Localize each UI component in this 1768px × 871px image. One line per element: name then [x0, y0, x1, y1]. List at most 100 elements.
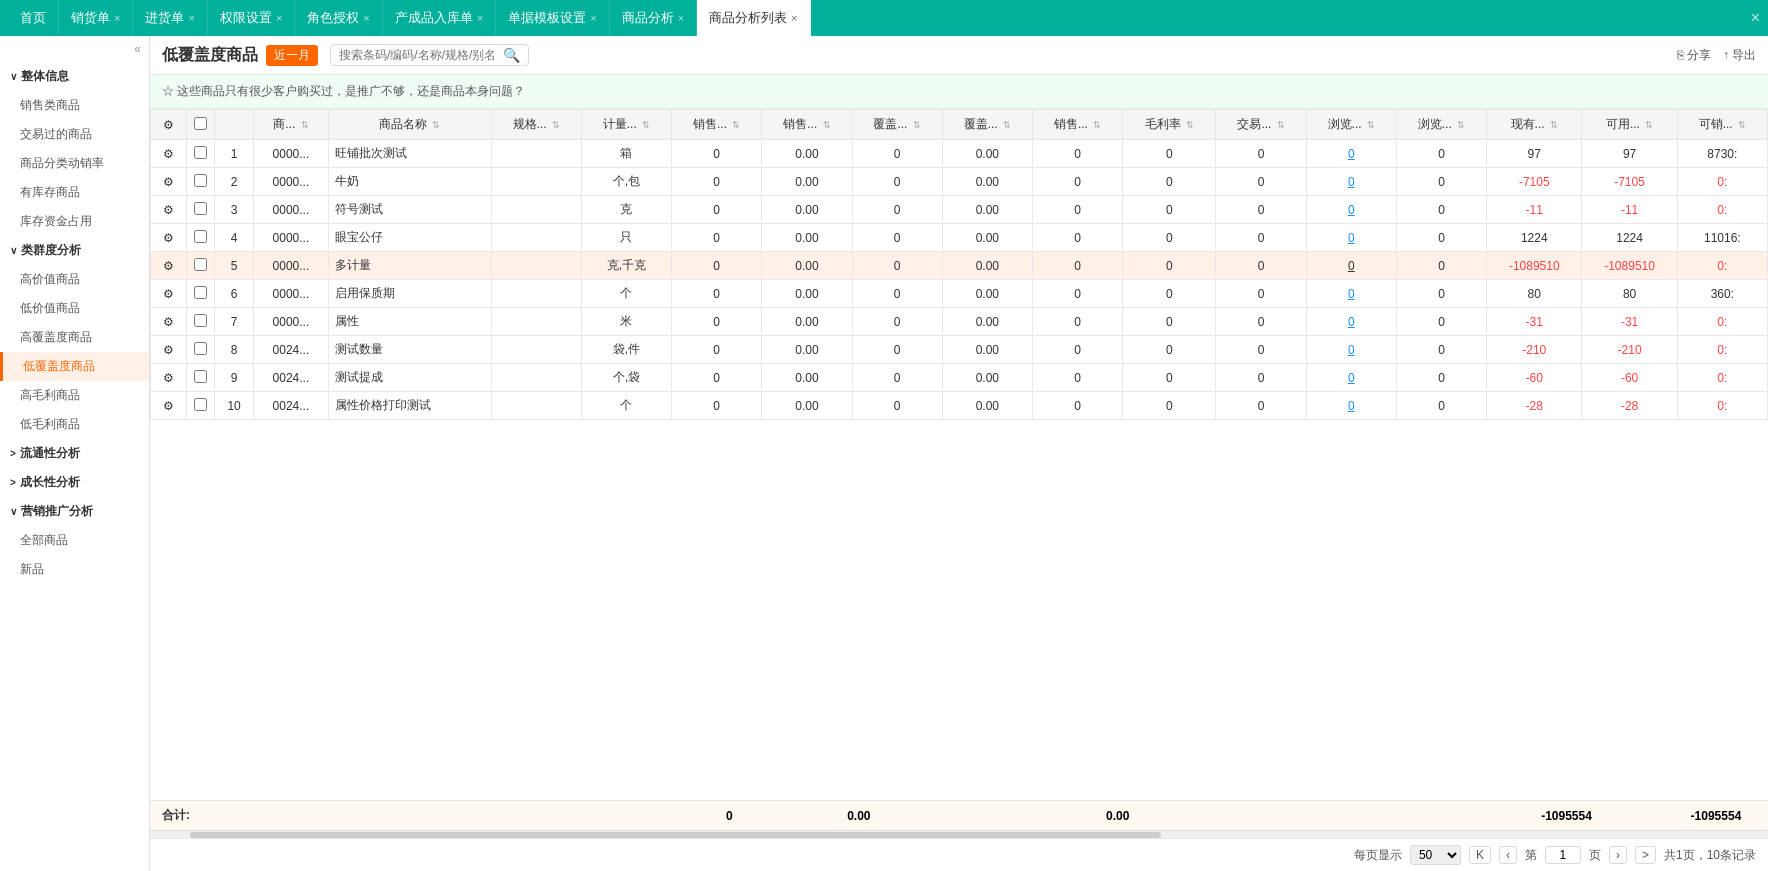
- row-checkbox[interactable]: [194, 342, 207, 355]
- row-browse1[interactable]: 0: [1306, 392, 1396, 420]
- row-checkbox-cell[interactable]: [186, 252, 214, 280]
- settings-column-header[interactable]: ⚙: [151, 110, 187, 140]
- row-browse1[interactable]: 0: [1306, 308, 1396, 336]
- row-settings[interactable]: ⚙: [151, 336, 187, 364]
- nav-tab[interactable]: 进货单 ×: [133, 0, 207, 36]
- page-number-input[interactable]: [1545, 846, 1581, 864]
- nav-tab[interactable]: 销货单 ×: [59, 0, 133, 36]
- row-browse1[interactable]: 0: [1306, 224, 1396, 252]
- nav-tab[interactable]: 单据模板设置 ×: [496, 0, 609, 36]
- row-checkbox-cell[interactable]: [186, 392, 214, 420]
- search-input[interactable]: [339, 48, 499, 62]
- tab-close-button[interactable]: ×: [678, 12, 684, 24]
- sidebar-item[interactable]: 商品分类动销率: [0, 149, 149, 178]
- nav-tab[interactable]: 首页: [8, 0, 59, 36]
- row-checkbox-cell[interactable]: [186, 140, 214, 168]
- row-settings[interactable]: ⚙: [151, 392, 187, 420]
- nav-tab[interactable]: 角色授权 ×: [295, 0, 382, 36]
- last-page-button[interactable]: >: [1635, 846, 1656, 864]
- select-all-header[interactable]: [186, 110, 214, 140]
- available-column-header[interactable]: 可用... ⇅: [1582, 110, 1677, 140]
- row-checkbox[interactable]: [194, 370, 207, 383]
- sales-qty-column-header[interactable]: 销售... ⇅: [672, 110, 762, 140]
- sidebar-group-header[interactable]: ∨类群度分析: [0, 236, 149, 265]
- current-stock-column-header[interactable]: 现有... ⇅: [1487, 110, 1582, 140]
- sidebar-item[interactable]: 高毛利商品: [0, 381, 149, 410]
- sidebar-item[interactable]: 新品: [0, 555, 149, 584]
- row-checkbox-cell[interactable]: [186, 364, 214, 392]
- unit-column-header[interactable]: 计量... ⇅: [581, 110, 671, 140]
- next-page-button[interactable]: ›: [1609, 846, 1627, 864]
- nav-tab[interactable]: 商品分析 ×: [610, 0, 697, 36]
- row-settings[interactable]: ⚙: [151, 280, 187, 308]
- scroll-bar-area[interactable]: [150, 830, 1768, 838]
- row-checkbox[interactable]: [194, 174, 207, 187]
- sidebar-item[interactable]: 库存资金占用: [0, 207, 149, 236]
- row-settings[interactable]: ⚙: [151, 308, 187, 336]
- export-button[interactable]: ↑ 导出: [1723, 47, 1756, 64]
- gross-rate-column-header[interactable]: 毛利率 ⇅: [1123, 110, 1216, 140]
- sidebar-group-header[interactable]: ∨整体信息: [0, 62, 149, 91]
- code-column-header[interactable]: 商... ⇅: [254, 110, 328, 140]
- tab-close-button[interactable]: ×: [791, 12, 797, 24]
- tab-close-button[interactable]: ×: [188, 12, 194, 24]
- share-button[interactable]: ⎘ 分享: [1677, 47, 1711, 64]
- tab-close-button[interactable]: ×: [114, 12, 120, 24]
- row-checkbox[interactable]: [194, 398, 207, 411]
- row-browse1[interactable]: 0: [1306, 280, 1396, 308]
- sales-cnt-column-header[interactable]: 销售... ⇅: [1032, 110, 1122, 140]
- row-checkbox-cell[interactable]: [186, 280, 214, 308]
- sidebar-item[interactable]: 高价值商品: [0, 265, 149, 294]
- sidebar-item[interactable]: 交易过的商品: [0, 120, 149, 149]
- row-checkbox[interactable]: [194, 258, 207, 271]
- tab-close-button[interactable]: ×: [590, 12, 596, 24]
- row-settings[interactable]: ⚙: [151, 140, 187, 168]
- row-settings[interactable]: ⚙: [151, 196, 187, 224]
- nav-tab[interactable]: 产成品入库单 ×: [383, 0, 496, 36]
- row-settings[interactable]: ⚙: [151, 364, 187, 392]
- row-checkbox-cell[interactable]: [186, 308, 214, 336]
- sidebar-collapse-button[interactable]: «: [0, 36, 149, 62]
- row-browse1[interactable]: 0: [1306, 168, 1396, 196]
- sidebar-item[interactable]: 低价值商品: [0, 294, 149, 323]
- nav-tab[interactable]: 权限设置 ×: [208, 0, 295, 36]
- cover-cnt-column-header[interactable]: 覆盖... ⇅: [852, 110, 942, 140]
- trans-column-header[interactable]: 交易... ⇅: [1216, 110, 1306, 140]
- row-checkbox[interactable]: [194, 286, 207, 299]
- page-size-select[interactable]: 50 20 100: [1410, 845, 1461, 865]
- row-checkbox-cell[interactable]: [186, 224, 214, 252]
- sidebar-item[interactable]: 低毛利商品: [0, 410, 149, 439]
- sidebar-item[interactable]: 低覆盖度商品: [0, 352, 149, 381]
- nav-tab[interactable]: 商品分析列表 ×: [697, 0, 810, 36]
- row-browse1[interactable]: 0: [1306, 336, 1396, 364]
- sidebar-group-header[interactable]: ∨营销推广分析: [0, 497, 149, 526]
- close-all-tabs-button[interactable]: ×: [1751, 9, 1760, 27]
- row-browse1[interactable]: 0: [1306, 140, 1396, 168]
- row-checkbox[interactable]: [194, 314, 207, 327]
- sidebar-group-header[interactable]: >成长性分析: [0, 468, 149, 497]
- tab-close-button[interactable]: ×: [477, 12, 483, 24]
- row-checkbox-cell[interactable]: [186, 336, 214, 364]
- sidebar-item[interactable]: 有库存商品: [0, 178, 149, 207]
- sidebar-group-header[interactable]: >流通性分析: [0, 439, 149, 468]
- row-settings[interactable]: ⚙: [151, 168, 187, 196]
- sellable-column-header[interactable]: 可销... ⇅: [1677, 110, 1767, 140]
- time-filter-button[interactable]: 近一月: [266, 45, 318, 66]
- prev-page-button[interactable]: ‹: [1499, 846, 1517, 864]
- row-settings[interactable]: ⚙: [151, 224, 187, 252]
- first-page-button[interactable]: K: [1469, 846, 1491, 864]
- row-checkbox[interactable]: [194, 146, 207, 159]
- sidebar-item[interactable]: 销售类商品: [0, 91, 149, 120]
- search-icon[interactable]: 🔍: [503, 47, 520, 63]
- row-checkbox-cell[interactable]: [186, 168, 214, 196]
- tab-close-button[interactable]: ×: [276, 12, 282, 24]
- row-checkbox[interactable]: [194, 202, 207, 215]
- table-wrapper[interactable]: ⚙ 商... ⇅ 商品名称 ⇅ 规格... ⇅ 计量... ⇅ 销售... ⇅ …: [150, 109, 1768, 800]
- spec-column-header[interactable]: 规格... ⇅: [491, 110, 581, 140]
- row-browse1[interactable]: 0: [1306, 196, 1396, 224]
- name-column-header[interactable]: 商品名称 ⇅: [328, 110, 491, 140]
- tab-close-button[interactable]: ×: [363, 12, 369, 24]
- browse2-column-header[interactable]: 浏览... ⇅: [1396, 110, 1486, 140]
- row-checkbox[interactable]: [194, 230, 207, 243]
- row-settings[interactable]: ⚙: [151, 252, 187, 280]
